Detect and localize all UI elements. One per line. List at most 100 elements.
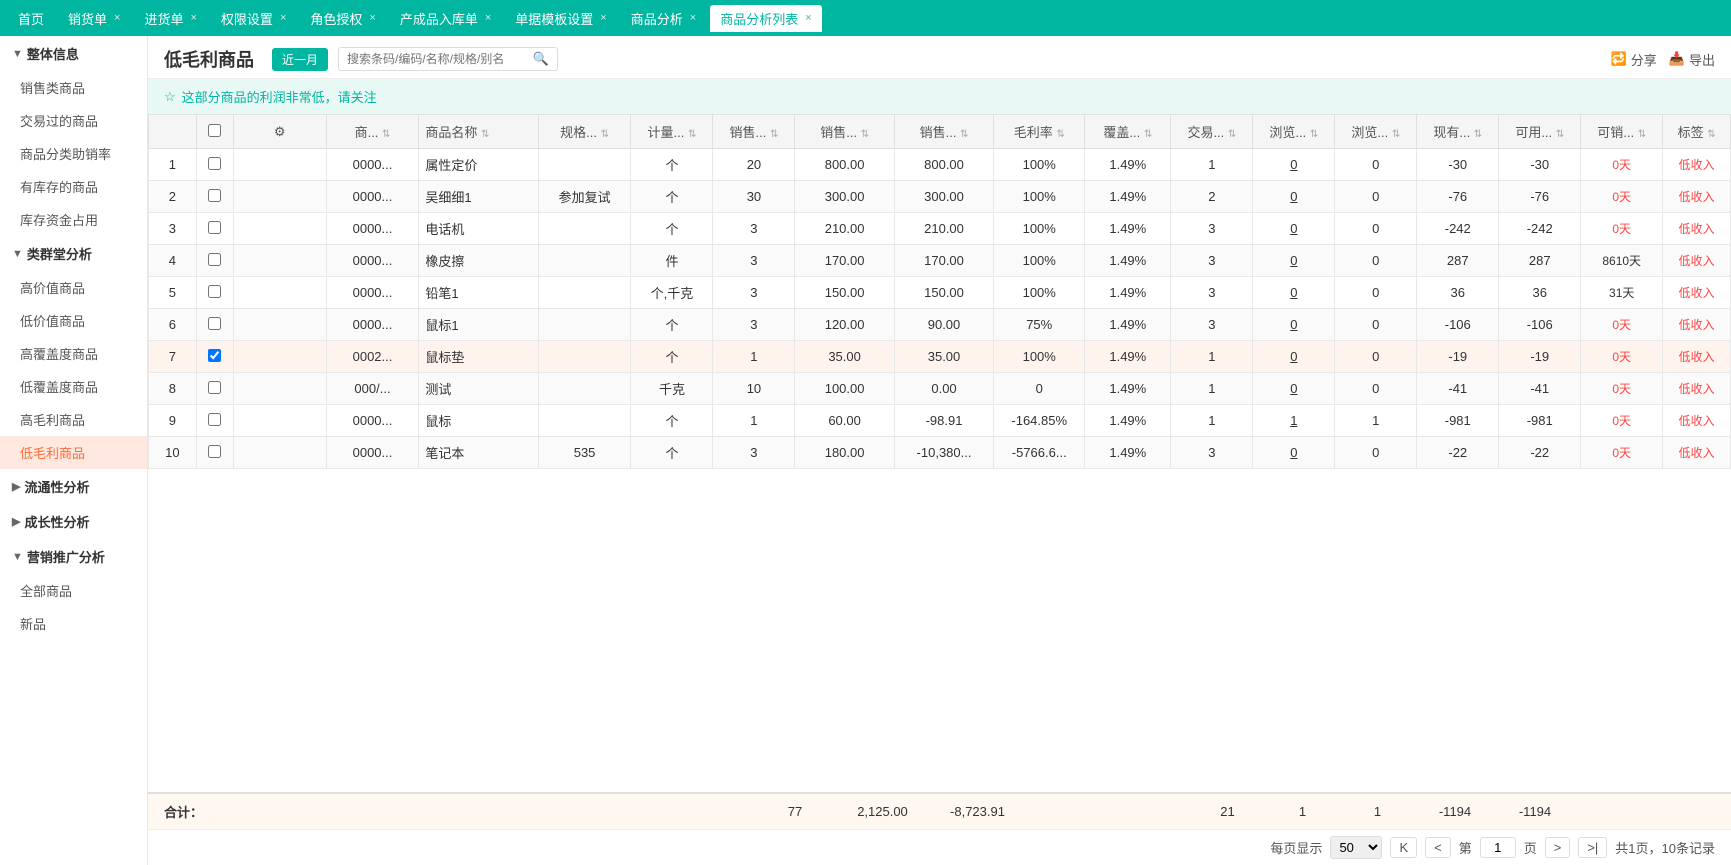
cell-check[interactable] [196,309,233,341]
row-checkbox[interactable] [208,413,221,426]
sidebar-item-stock-capital[interactable]: 库存资金占用 [0,203,147,236]
cell-view1[interactable]: 0 [1253,245,1335,277]
cell-view1[interactable]: 0 [1253,341,1335,373]
th-unit[interactable]: 计量... ⇅ [631,115,713,149]
nav-permission[interactable]: 权限设置 × [211,5,296,32]
sidebar-item-high-value[interactable]: 高价值商品 [0,271,147,304]
nav-sales[interactable]: 销货单 × [58,5,130,32]
th-current[interactable]: 现有... ⇅ [1417,115,1499,149]
cell-check[interactable] [196,373,233,405]
cell-sale2: 800.00 [795,149,894,181]
per-page-select[interactable]: 50 100 200 [1330,836,1382,859]
row-checkbox[interactable] [208,381,221,394]
page-number-input[interactable] [1480,837,1516,858]
cell-check[interactable] [196,405,233,437]
th-name[interactable]: 商品名称 ⇅ [419,115,538,149]
th-settings[interactable]: ⚙ [233,115,326,149]
cell-view1[interactable]: 0 [1253,213,1335,245]
sidebar-item-low-margin[interactable]: 低毛利商品 [0,436,147,469]
sidebar-group-growth[interactable]: ▶ 成长性分析 [0,504,147,539]
cell-check[interactable] [196,437,233,469]
sidebar-group-circulation[interactable]: ▶ 流通性分析 [0,469,147,504]
sidebar-item-category-rate[interactable]: 商品分类助销率 [0,137,147,170]
th-view1[interactable]: 浏览... ⇅ [1253,115,1335,149]
th-sale2[interactable]: 销售... ⇅ [795,115,894,149]
row-checkbox[interactable] [208,285,221,298]
cell-check[interactable] [196,245,233,277]
close-icon[interactable]: × [114,12,120,24]
cell-check[interactable] [196,149,233,181]
th-sale1[interactable]: 销售... ⇅ [713,115,795,149]
th-spec[interactable]: 规格... ⇅ [538,115,631,149]
select-all-checkbox[interactable] [208,124,221,137]
th-sale3[interactable]: 销售... ⇅ [894,115,993,149]
close-icon[interactable]: × [369,12,375,24]
prev-page-button[interactable]: < [1425,837,1451,858]
row-checkbox[interactable] [208,189,221,202]
cell-check[interactable] [196,181,233,213]
first-page-button[interactable]: K [1390,837,1417,858]
close-icon[interactable]: × [190,12,196,24]
row-checkbox[interactable] [208,157,221,170]
sidebar-item-traded-goods[interactable]: 交易过的商品 [0,104,147,137]
close-icon[interactable]: × [690,12,696,24]
last-page-button[interactable]: >| [1578,837,1607,858]
cell-view1[interactable]: 0 [1253,277,1335,309]
th-avail[interactable]: 可用... ⇅ [1499,115,1581,149]
row-checkbox[interactable] [208,445,221,458]
cell-view1[interactable]: 0 [1253,437,1335,469]
th-trade[interactable]: 交易... ⇅ [1171,115,1253,149]
row-checkbox[interactable] [208,221,221,234]
search-input[interactable] [347,52,527,66]
nav-home[interactable]: 首页 [8,5,54,32]
sidebar-group-marketing[interactable]: ▼ 营销推广分析 [0,539,147,574]
th-check[interactable] [196,115,233,149]
cell-check[interactable] [196,213,233,245]
sidebar-item-new-goods[interactable]: 新品 [0,607,147,640]
nav-purchase[interactable]: 进货单 × [134,5,206,32]
th-view2[interactable]: 浏览... ⇅ [1335,115,1417,149]
cell-view1[interactable]: 0 [1253,149,1335,181]
sidebar-item-sales-goods[interactable]: 销售类商品 [0,71,147,104]
th-tag[interactable]: 标签 ⇅ [1663,115,1731,149]
nav-template[interactable]: 单据模板设置 × [505,5,616,32]
nav-role[interactable]: 角色授权 × [300,5,385,32]
date-filter-button[interactable]: 近一月 [272,48,328,71]
sidebar-item-high-coverage[interactable]: 高覆盖度商品 [0,337,147,370]
close-icon[interactable]: × [485,12,491,24]
close-icon[interactable]: × [280,12,286,24]
cell-view1[interactable]: 0 [1253,373,1335,405]
sidebar-group-cluster[interactable]: ▼ 类群堂分析 [0,236,147,271]
sidebar-item-high-margin[interactable]: 高毛利商品 [0,403,147,436]
cell-avail: -76 [1499,181,1581,213]
th-code[interactable]: 商... ⇅ [326,115,419,149]
row-checkbox[interactable] [208,349,221,362]
close-icon[interactable]: × [600,12,606,24]
sidebar-item-low-value[interactable]: 低价值商品 [0,304,147,337]
cell-view1[interactable]: 1 [1253,405,1335,437]
nav-goods-analysis-list[interactable]: 商品分析列表 × [710,5,821,32]
settings-icon[interactable]: ⚙ [274,124,286,139]
sidebar-item-all-goods[interactable]: 全部商品 [0,574,147,607]
export-button[interactable]: 📥 导出 [1669,50,1715,69]
sidebar-item-stock-goods[interactable]: 有库存的商品 [0,170,147,203]
th-margin[interactable]: 毛利率 ⇅ [994,115,1085,149]
nav-product-entry[interactable]: 产成品入库单 × [390,5,501,32]
nav-goods-analysis[interactable]: 商品分析 × [621,5,706,32]
sidebar-item-low-coverage[interactable]: 低覆盖度商品 [0,370,147,403]
cell-sale2: 210.00 [795,213,894,245]
close-icon[interactable]: × [805,12,811,24]
th-cover[interactable]: 覆盖... ⇅ [1085,115,1171,149]
cell-view1[interactable]: 0 [1253,181,1335,213]
row-checkbox[interactable] [208,317,221,330]
row-checkbox[interactable] [208,253,221,266]
sidebar-group-overall[interactable]: ▼ 整体信息 [0,36,147,71]
table-wrapper[interactable]: ⚙ 商... ⇅ 商品名称 ⇅ 规格... ⇅ 计量... ⇅ 销售... ⇅ … [148,114,1731,792]
cell-view1[interactable]: 0 [1253,309,1335,341]
next-page-button[interactable]: > [1545,837,1571,858]
th-sellable[interactable]: 可销... ⇅ [1581,115,1663,149]
cell-check[interactable] [196,341,233,373]
cell-check[interactable] [196,277,233,309]
search-icon[interactable]: 🔍 [533,51,549,67]
share-button[interactable]: 🔁 分享 [1611,50,1657,69]
